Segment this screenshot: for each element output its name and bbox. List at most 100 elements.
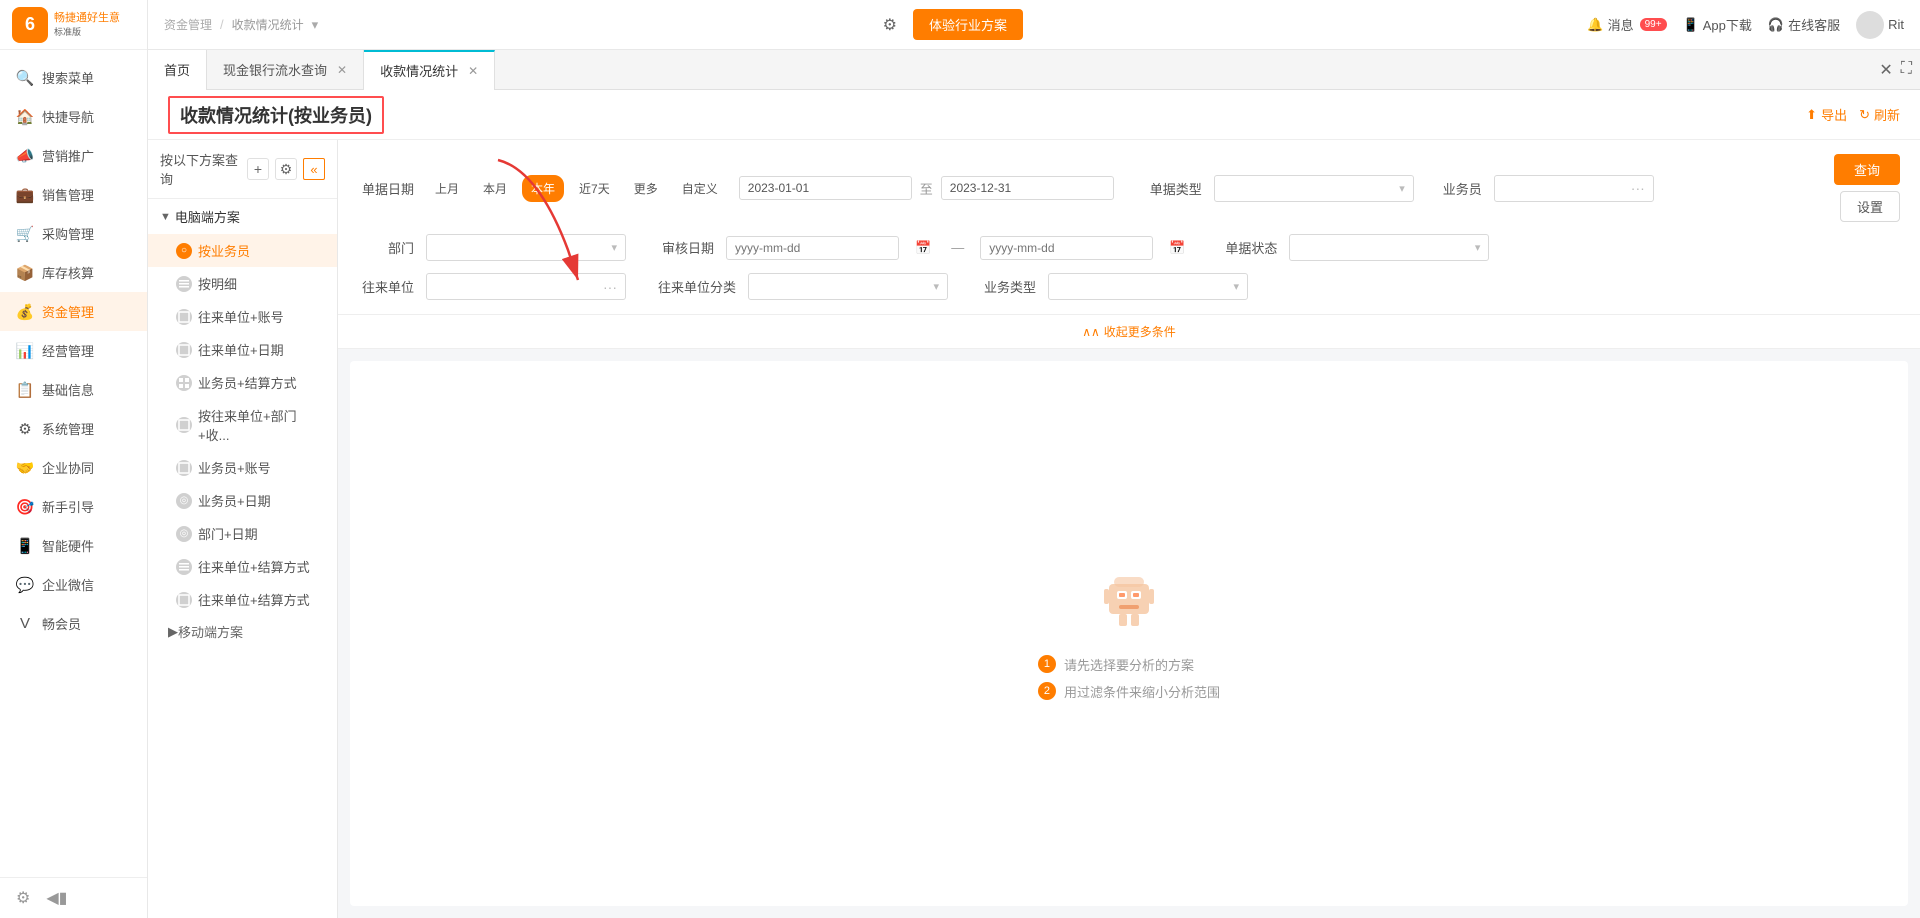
tab-maximize-icon[interactable]: ⛶ — [1901, 60, 1912, 80]
refresh-button[interactable]: ↻ 刷新 — [1859, 105, 1900, 124]
scheme-collapse-btn[interactable]: « — [303, 158, 325, 180]
scheme-item-partner-account[interactable]: 往来单位+账号 — [148, 300, 337, 333]
scheme-item-partner-settle1[interactable]: 往来单位+结算方式 — [148, 550, 337, 583]
result-area: 1 请先选择要分析的方案 2 用过滤条件来缩小分析范围 — [350, 361, 1908, 906]
sidebar-item-wxwork[interactable]: 💬 企业微信 — [0, 565, 147, 604]
scheme-item-salesperson-settle[interactable]: 业务员+结算方式 — [148, 366, 337, 399]
collapse-bar[interactable]: ∧∧ 收起更多条件 — [338, 315, 1920, 349]
sidebar-item-collab[interactable]: 🤝 企业协同 — [0, 448, 147, 487]
date-label: 单据日期 — [358, 179, 414, 198]
money-icon: 💰 — [16, 303, 34, 321]
breadcrumb-chevron-icon[interactable]: ▾ — [312, 17, 319, 33]
tab-home[interactable]: 首页 — [148, 50, 207, 90]
online-service-btn[interactable]: 🎧 在线客服 — [1768, 15, 1840, 34]
sidebar-item-marketing[interactable]: 📣 营销推广 — [0, 136, 147, 175]
voucher-status-select[interactable]: ▾ — [1289, 234, 1489, 261]
page-title: 收款情况统计(按业务员) — [168, 96, 384, 134]
scheme-item-salesperson-date[interactable]: ◎ 业务员+日期 — [148, 484, 337, 517]
query-button[interactable]: 查询 — [1834, 154, 1900, 185]
page-title-bar: 收款情况统计(按业务员) ⬆ 导出 ↻ 刷新 — [148, 90, 1920, 140]
dept-arrow-icon: ▾ — [611, 241, 617, 254]
voucher-type-label: 单据类型 — [1146, 179, 1202, 198]
filter-section: 单据日期 上月 本月 本年 近7天 更多 自定义 至 — [338, 140, 1920, 315]
tab-cashflow[interactable]: 现金银行流水查询 ✕ — [207, 50, 364, 90]
tab-close-cashflow[interactable]: ✕ — [337, 63, 347, 77]
sidebar-item-purchase[interactable]: 🛒 采购管理 — [0, 214, 147, 253]
export-button[interactable]: ⬆ 导出 — [1806, 105, 1847, 124]
date-btn-custom[interactable]: 自定义 — [673, 175, 727, 202]
date-btn-7days[interactable]: 近7天 — [570, 175, 619, 202]
business-type-arrow-icon: ▾ — [1233, 280, 1239, 293]
review-date-to-input[interactable] — [980, 236, 1153, 260]
scheme-item-dept-date[interactable]: ◎ 部门+日期 — [148, 517, 337, 550]
messages-btn[interactable]: 🔔 消息 99+ — [1587, 15, 1666, 34]
date-quick-options: 上月 本月 本年 近7天 更多 自定义 — [426, 175, 727, 202]
review-date-label: 审核日期 — [658, 238, 714, 257]
date-from-input[interactable] — [739, 176, 912, 200]
settings-footer-icon[interactable]: ⚙ — [16, 888, 30, 908]
scheme-item-icon-1 — [176, 276, 192, 292]
tab-close-collection[interactable]: ✕ — [468, 64, 478, 78]
counterpart-more-icon[interactable]: ··· — [603, 279, 617, 295]
handshake-icon: 🤝 — [16, 459, 34, 477]
date-btn-this-year[interactable]: 本年 — [522, 175, 564, 202]
counterpart-select[interactable]: ··· — [426, 273, 626, 300]
scheme-item-salesperson-account[interactable]: 业务员+账号 — [148, 451, 337, 484]
sidebar-item-sales[interactable]: 💼 销售管理 — [0, 175, 147, 214]
date-to-input[interactable] — [941, 176, 1114, 200]
voucher-type-select[interactable]: ▾ — [1214, 175, 1414, 202]
sidebar-item-hardware[interactable]: 📱 智能硬件 — [0, 526, 147, 565]
review-date-calendar-to-icon[interactable]: 📅 — [1165, 240, 1189, 256]
scheme-item-partner-date[interactable]: 往来单位+日期 — [148, 333, 337, 366]
header-gear-icon[interactable]: ⚙ — [883, 15, 897, 35]
scheme-item-detail[interactable]: 按明细 — [148, 267, 337, 300]
date-range: 至 — [739, 176, 1114, 200]
app-download-btn[interactable]: 📱 App下载 — [1683, 15, 1752, 34]
review-date-from-input[interactable] — [726, 236, 899, 260]
scheme-item-partner-settle2[interactable]: 往来单位+结算方式 — [148, 583, 337, 616]
scheme-item-salesperson[interactable]: ○ 按业务员 — [148, 234, 337, 267]
sidebar-item-search[interactable]: 🔍 搜索菜单 — [0, 58, 147, 97]
headset-icon: 🎧 — [1768, 17, 1784, 33]
scheme-settings-btn[interactable]: ⚙ — [275, 158, 297, 180]
scheme-add-btn[interactable]: + — [247, 158, 269, 180]
date-btn-this-month[interactable]: 本月 — [474, 175, 516, 202]
sidebar-item-quicknav[interactable]: 🏠 快捷导航 — [0, 97, 147, 136]
sidebar-item-basic-info[interactable]: 📋 基础信息 — [0, 370, 147, 409]
counterpart-category-select[interactable]: ▾ — [748, 273, 948, 300]
search-icon: 🔍 — [16, 69, 34, 87]
user-area[interactable]: Rit — [1856, 11, 1904, 39]
salesperson-select[interactable]: ··· — [1494, 175, 1654, 202]
scheme-group-pc: ▼ 电脑端方案 ○ 按业务员 按明细 — [148, 199, 337, 616]
trial-button[interactable]: 体验行业方案 — [913, 9, 1023, 40]
sidebar-item-vip[interactable]: V 畅会员 — [0, 604, 147, 643]
scheme-item-partner-dept[interactable]: 按往来单位+部门+收... — [148, 399, 337, 451]
settings-button[interactable]: 设置 — [1840, 191, 1900, 222]
tab-close-all-icon[interactable]: ✕ — [1879, 60, 1892, 80]
robot-illustration — [1089, 559, 1169, 639]
tab-collection[interactable]: 收款情况统计 ✕ — [364, 50, 495, 90]
date-btn-last-month[interactable]: 上月 — [426, 175, 468, 202]
scheme-group-mobile-header[interactable]: ▶ 移动端方案 — [148, 616, 337, 647]
sidebar-item-inventory[interactable]: 📦 库存核算 — [0, 253, 147, 292]
result-placeholder: 1 请先选择要分析的方案 2 用过滤条件来缩小分析范围 — [1038, 559, 1220, 709]
breadcrumb-separator: / — [220, 17, 224, 32]
scheme-item-icon-10 — [176, 592, 192, 608]
date-btn-more[interactable]: 更多 — [625, 175, 667, 202]
voucher-status-label: 单据状态 — [1221, 238, 1277, 257]
collapse-sidebar-icon[interactable]: ◀▮ — [46, 888, 67, 908]
business-type-select[interactable]: ▾ — [1048, 273, 1248, 300]
department-select[interactable]: ▾ — [426, 234, 626, 261]
salesperson-more-icon[interactable]: ··· — [1631, 180, 1645, 196]
sidebar-item-finance[interactable]: 💰 资金管理 — [0, 292, 147, 331]
sidebar-item-system[interactable]: ⚙ 系统管理 — [0, 409, 147, 448]
chart-icon: 📊 — [16, 342, 34, 360]
counterpart-category-label: 往来单位分类 — [658, 277, 736, 296]
review-date-calendar-icon[interactable]: 📅 — [911, 240, 935, 256]
sidebar-item-management[interactable]: 📊 经营管理 — [0, 331, 147, 370]
chat-icon: 💬 — [16, 576, 34, 594]
sidebar-item-guide[interactable]: 🎯 新手引导 — [0, 487, 147, 526]
scheme-header-title: 按以下方案查询 — [160, 150, 247, 188]
step-item-1: 1 请先选择要分析的方案 — [1038, 655, 1220, 674]
scheme-group-pc-header[interactable]: ▼ 电脑端方案 — [148, 199, 337, 234]
